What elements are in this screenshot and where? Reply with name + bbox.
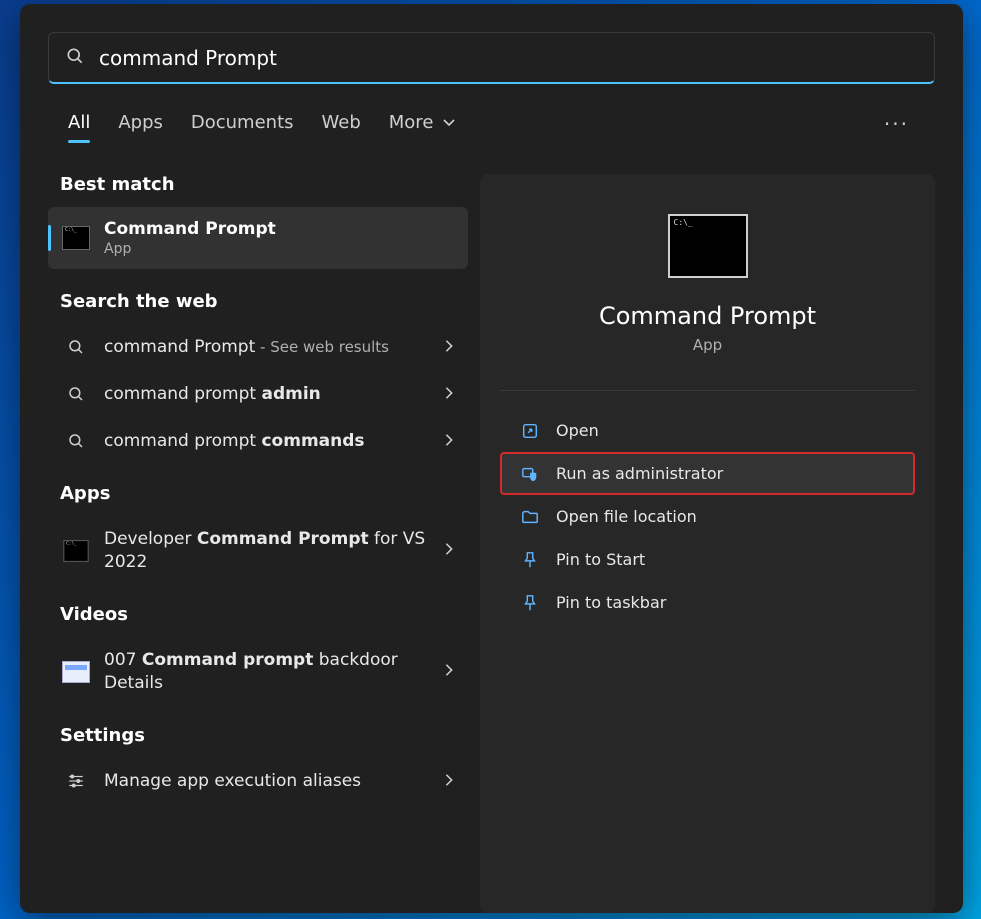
pin-icon [520,551,540,569]
video-result[interactable]: 007 Command prompt backdoor Details [48,637,468,707]
tab-more-label: More [389,112,434,133]
best-match-title: Command Prompt [104,219,276,239]
preview-pane: Command Prompt App Open Run as administr… [480,174,935,913]
apps-header: Apps [60,483,468,504]
web-result-label: command prompt admin [104,383,430,406]
video-result-label: 007 Command prompt backdoor Details [104,649,430,695]
action-pin-to-start[interactable]: Pin to Start [500,538,915,581]
divider [500,390,915,391]
tab-documents[interactable]: Documents [191,106,294,143]
action-open-label: Open [556,421,599,440]
action-pin-taskbar-label: Pin to taskbar [556,593,666,612]
search-icon [62,385,90,403]
web-result-label: command prompt commands [104,430,430,453]
action-open-location-label: Open file location [556,507,697,526]
preview-subtitle: App [693,336,722,354]
chevron-right-icon [444,338,454,357]
cmd-prompt-icon [62,226,90,250]
best-match-subtitle: App [104,241,276,257]
web-result[interactable]: command prompt commands [48,418,468,465]
results-column: Best match Command Prompt App Search the… [48,174,468,913]
app-result[interactable]: Developer Command Prompt for VS 2022 [48,516,468,586]
settings-result-label: Manage app execution aliases [104,770,430,793]
pin-icon [520,594,540,612]
preview-actions: Open Run as administrator Open file loca… [500,409,915,624]
overflow-menu-button[interactable]: ··· [878,106,915,142]
preview-app-icon [668,214,748,278]
chevron-right-icon [444,662,454,681]
video-thumbnail-icon [62,661,90,683]
search-icon [62,338,90,356]
chevron-right-icon [444,541,454,560]
cmd-prompt-icon [62,539,90,563]
settings-result[interactable]: Manage app execution aliases [48,758,468,805]
action-pin-to-taskbar[interactable]: Pin to taskbar [500,581,915,624]
settings-header: Settings [60,725,468,746]
tab-web[interactable]: Web [322,106,361,143]
search-icon [62,432,90,450]
tab-more[interactable]: More [389,106,455,143]
web-result[interactable]: command prompt admin [48,371,468,418]
start-search-panel: All Apps Documents Web More ··· Best mat… [20,4,963,913]
web-header: Search the web [60,291,468,312]
app-result-label: Developer Command Prompt for VS 2022 [104,528,430,574]
web-result-label: command Prompt - See web results [104,336,430,359]
action-pin-start-label: Pin to Start [556,550,645,569]
action-open[interactable]: Open [500,409,915,452]
best-match-header: Best match [60,174,468,195]
tab-all[interactable]: All [68,106,90,143]
chevron-right-icon [444,385,454,404]
search-input[interactable] [99,46,918,70]
chevron-down-icon [443,112,455,133]
videos-header: Videos [60,604,468,625]
action-open-file-location[interactable]: Open file location [500,495,915,538]
web-result[interactable]: command Prompt - See web results [48,324,468,371]
shield-admin-icon [520,465,540,483]
tab-apps[interactable]: Apps [118,106,163,143]
settings-list-icon [62,772,90,790]
filter-tabs: All Apps Documents Web More ··· [48,102,935,146]
best-match-result[interactable]: Command Prompt App [48,207,468,269]
folder-icon [520,508,540,526]
action-run-as-administrator[interactable]: Run as administrator [500,452,915,495]
search-icon [65,46,85,70]
preview-title: Command Prompt [599,302,816,330]
search-bar[interactable] [48,32,935,84]
chevron-right-icon [444,432,454,451]
open-icon [520,422,540,440]
chevron-right-icon [444,772,454,791]
action-run-admin-label: Run as administrator [556,464,723,483]
